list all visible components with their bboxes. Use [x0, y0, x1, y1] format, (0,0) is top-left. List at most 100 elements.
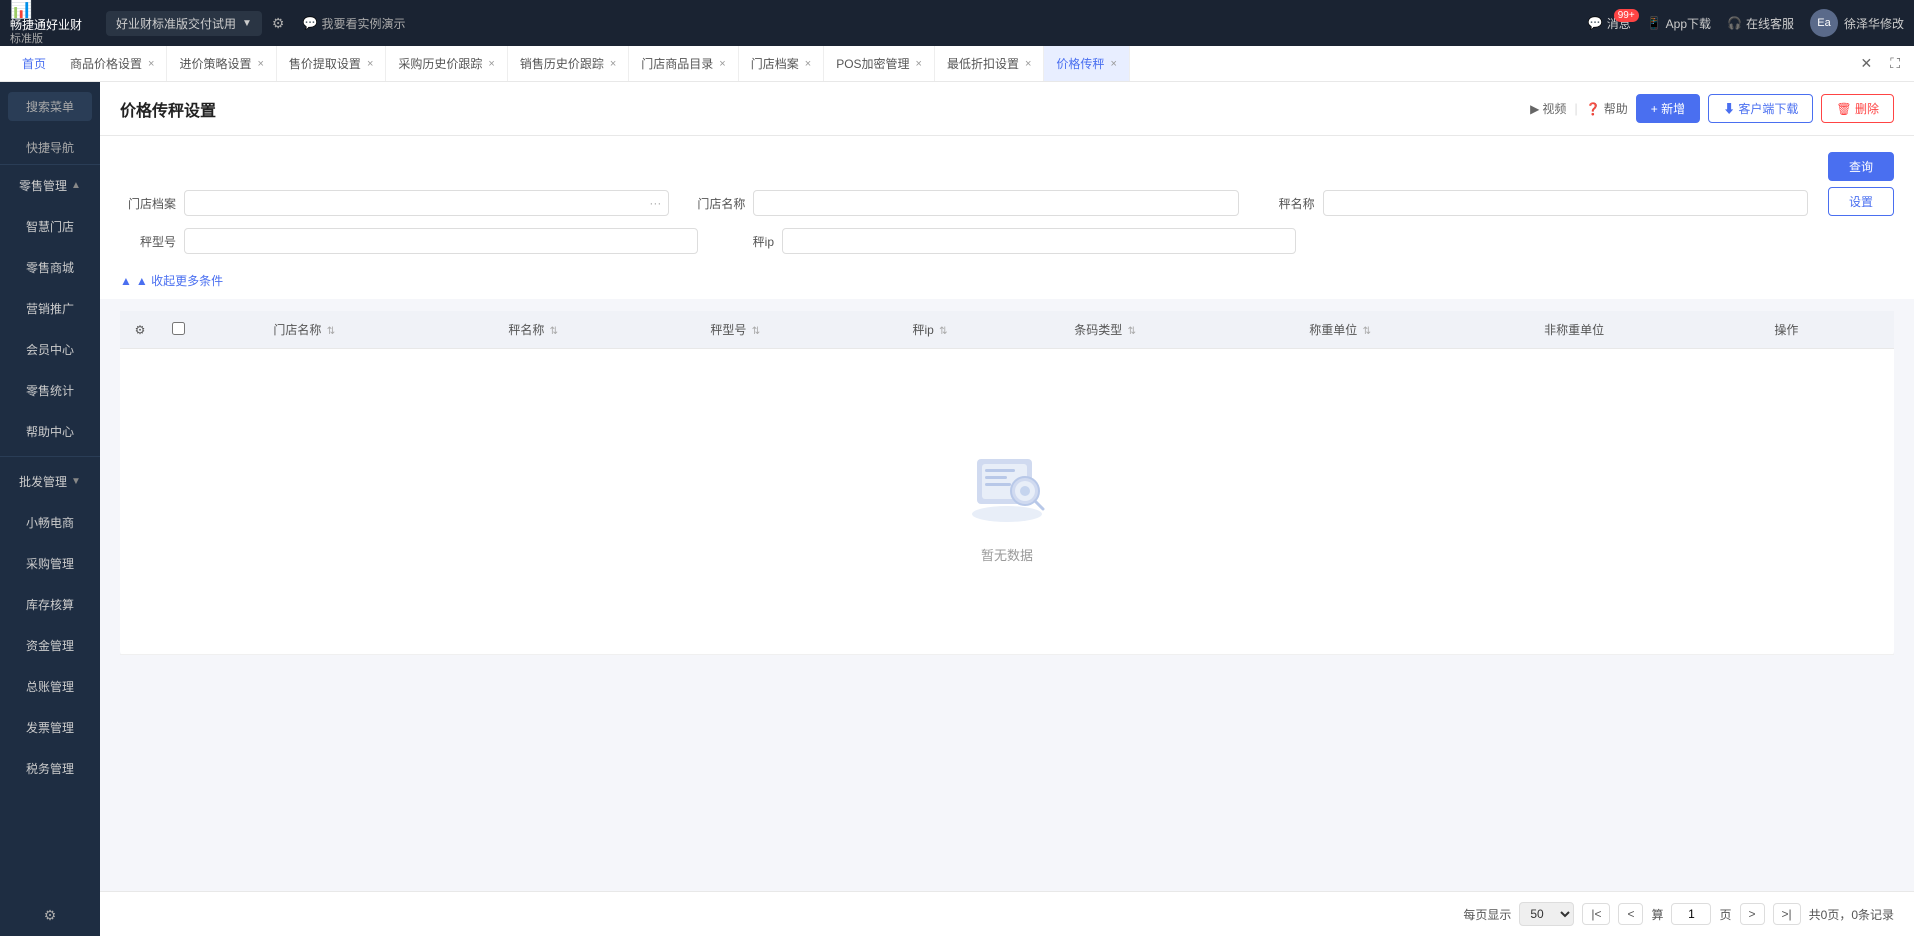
tab-sale-history[interactable]: 销售历史价跟踪 ×	[508, 46, 629, 82]
col-scale-ip[interactable]: 秤ip ⇅	[900, 311, 1062, 349]
sidebar-item-retail-stats-label: 零售统计	[26, 382, 74, 399]
sidebar-item-retail-mall[interactable]: 零售商城	[0, 247, 100, 288]
collapse-button[interactable]: ▲ ▲ 收起更多条件	[100, 266, 1914, 299]
col-settings[interactable]: ⚙	[120, 311, 160, 349]
total-label: 共0页，0条记录	[1809, 906, 1894, 923]
sidebar-item-general-ledger[interactable]: 总账管理	[0, 666, 100, 707]
page-label: 算	[1651, 906, 1663, 923]
tab-bar: 首页 商品价格设置 × 进价策略设置 × 售价提取设置 × 采购历史价跟踪 × …	[0, 46, 1914, 82]
page-number-input[interactable]	[1671, 903, 1711, 925]
sidebar-search-area: 搜索菜单	[0, 82, 100, 131]
tab-purchase-strategy[interactable]: 进价策略设置 ×	[167, 46, 276, 82]
col-non-weight-unit-label: 非称重单位	[1544, 323, 1604, 337]
user-name: 徐泽华修改	[1844, 15, 1904, 32]
scale-model-field: 秤型号	[120, 228, 698, 254]
store-name-label: 门店名称	[689, 195, 745, 212]
sidebar-search-button[interactable]: 搜索菜单	[8, 92, 92, 121]
add-button[interactable]: + 新增	[1636, 94, 1700, 123]
sidebar-item-help-center[interactable]: 帮助中心	[0, 411, 100, 452]
sidebar-item-member-center[interactable]: 会员中心	[0, 329, 100, 370]
version-settings-button[interactable]: ⚙	[268, 11, 289, 36]
sidebar-item-fund-manage[interactable]: 资金管理	[0, 625, 100, 666]
download-button[interactable]: ⬇ 客户端下载	[1708, 94, 1813, 123]
sidebar-item-wholesale-manage[interactable]: 批发管理 ▼	[0, 461, 100, 502]
store-archive-input[interactable]	[184, 190, 669, 216]
tab-price-scale[interactable]: 价格传秤 ×	[1044, 46, 1129, 82]
sidebar-settings-button[interactable]: ⚙	[0, 895, 100, 936]
tab-sale-extract-close[interactable]: ×	[367, 58, 373, 70]
online-service-button[interactable]: 🎧 在线客服	[1727, 15, 1794, 32]
page-title-actions: ▶ 视频 | ❓ 帮助 + 新增 ⬇ 客户端下载 🗑 删除	[1530, 94, 1894, 123]
per-page-select[interactable]: 50 10 20 100	[1519, 902, 1574, 926]
sidebar-item-marketing[interactable]: 营销推广	[0, 288, 100, 329]
sidebar-item-smart-store[interactable]: 智慧门店	[0, 206, 100, 247]
sidebar-item-marketing-label: 营销推广	[26, 300, 74, 317]
tab-purchase-history-close[interactable]: ×	[488, 58, 494, 70]
store-archive-more-icon[interactable]: ···	[649, 196, 661, 210]
delete-button[interactable]: 🗑 删除	[1821, 94, 1894, 123]
avatar-text: Ea	[1817, 17, 1830, 29]
sidebar-item-retail-stats[interactable]: 零售统计	[0, 370, 100, 411]
col-weight-unit[interactable]: 称重单位 ⇅	[1297, 311, 1532, 349]
user-area[interactable]: Ea 徐泽华修改	[1810, 9, 1904, 37]
tab-purchase-strategy-close[interactable]: ×	[257, 58, 263, 70]
col-scale-model[interactable]: 秤型号 ⇅	[698, 311, 900, 349]
scale-ip-input[interactable]	[782, 228, 1296, 254]
settings-form-button[interactable]: 设置	[1828, 187, 1894, 216]
tab-price-setting[interactable]: 商品价格设置 ×	[58, 46, 167, 82]
sidebar-item-retail-manage-label: 零售管理	[19, 177, 67, 194]
sidebar-item-inventory[interactable]: 库存核算	[0, 584, 100, 625]
col-scale-name[interactable]: 秤名称 ⇅	[496, 311, 698, 349]
sidebar-item-purchase-manage[interactable]: 采购管理	[0, 543, 100, 584]
scale-model-input[interactable]	[184, 228, 698, 254]
select-all-checkbox[interactable]	[172, 322, 185, 335]
version-selector[interactable]: 好业财标准版交付试用 ▼	[106, 11, 262, 36]
action-separator: |	[1574, 101, 1577, 116]
tab-price-setting-close[interactable]: ×	[148, 58, 154, 70]
col-scale-model-sort-icon: ⇅	[752, 326, 760, 337]
page-last-button[interactable]: >|	[1773, 903, 1801, 925]
app-download-icon: 📱	[1647, 16, 1662, 30]
tab-store-catalog[interactable]: 门店商品目录 ×	[629, 46, 738, 82]
tab-store-archive-close[interactable]: ×	[805, 58, 811, 70]
page-prev-button[interactable]: <	[1618, 903, 1643, 925]
demo-link-label: 我要看实例演示	[321, 15, 405, 32]
tab-sale-extract[interactable]: 售价提取设置 ×	[277, 46, 386, 82]
tab-purchase-history[interactable]: 采购历史价跟踪 ×	[386, 46, 507, 82]
message-button[interactable]: 💬 消息 99+	[1588, 15, 1631, 32]
page-first-button[interactable]: |<	[1582, 903, 1610, 925]
query-button[interactable]: 查询	[1828, 152, 1894, 181]
store-archive-label: 门店档案	[120, 195, 176, 212]
col-barcode-type[interactable]: 条码类型 ⇅	[1062, 311, 1297, 349]
form-buttons: 查询 设置	[1828, 152, 1894, 216]
demo-link[interactable]: 💬 我要看实例演示	[302, 15, 405, 32]
help-link[interactable]: ❓ 帮助	[1586, 100, 1628, 117]
scale-name-input[interactable]	[1323, 190, 1808, 216]
tab-close-button[interactable]: ✕	[1854, 53, 1878, 74]
sidebar-item-tax-manage[interactable]: 税务管理	[0, 748, 100, 789]
tab-store-catalog-close[interactable]: ×	[719, 58, 725, 70]
tab-pos-manage[interactable]: POS加密管理 ×	[824, 46, 935, 82]
video-link[interactable]: ▶ 视频	[1530, 100, 1566, 117]
tab-home[interactable]: 首页	[10, 46, 58, 82]
sidebar-item-retail-manage[interactable]: 零售管理 ▲	[0, 165, 100, 206]
app-download-button[interactable]: 📱 App下载	[1647, 15, 1711, 32]
scale-ip-label: 秤ip	[718, 233, 774, 250]
tab-sale-history-close[interactable]: ×	[610, 58, 616, 70]
tab-price-scale-label: 价格传秤	[1056, 55, 1104, 72]
col-store-name[interactable]: 门店名称 ⇅	[261, 311, 496, 349]
tab-store-archive[interactable]: 门店档案 ×	[739, 46, 824, 82]
sidebar-item-invoice-manage[interactable]: 发票管理	[0, 707, 100, 748]
tab-expand-button[interactable]: ⛶	[1884, 53, 1906, 74]
col-barcode-type-label: 条码类型	[1074, 323, 1122, 337]
store-name-input[interactable]	[753, 190, 1238, 216]
col-scale-ip-label: 秤ip	[912, 323, 933, 337]
tab-min-discount-close[interactable]: ×	[1025, 58, 1031, 70]
sidebar-quick-nav[interactable]: 快捷导航	[0, 131, 100, 165]
tab-min-discount[interactable]: 最低折扣设置 ×	[935, 46, 1044, 82]
tab-price-scale-close[interactable]: ×	[1110, 58, 1116, 70]
avatar: Ea	[1810, 9, 1838, 37]
page-next-button[interactable]: >	[1740, 903, 1765, 925]
tab-pos-manage-close[interactable]: ×	[916, 58, 922, 70]
sidebar-item-xiaochang-ecom[interactable]: 小畅电商	[0, 502, 100, 543]
